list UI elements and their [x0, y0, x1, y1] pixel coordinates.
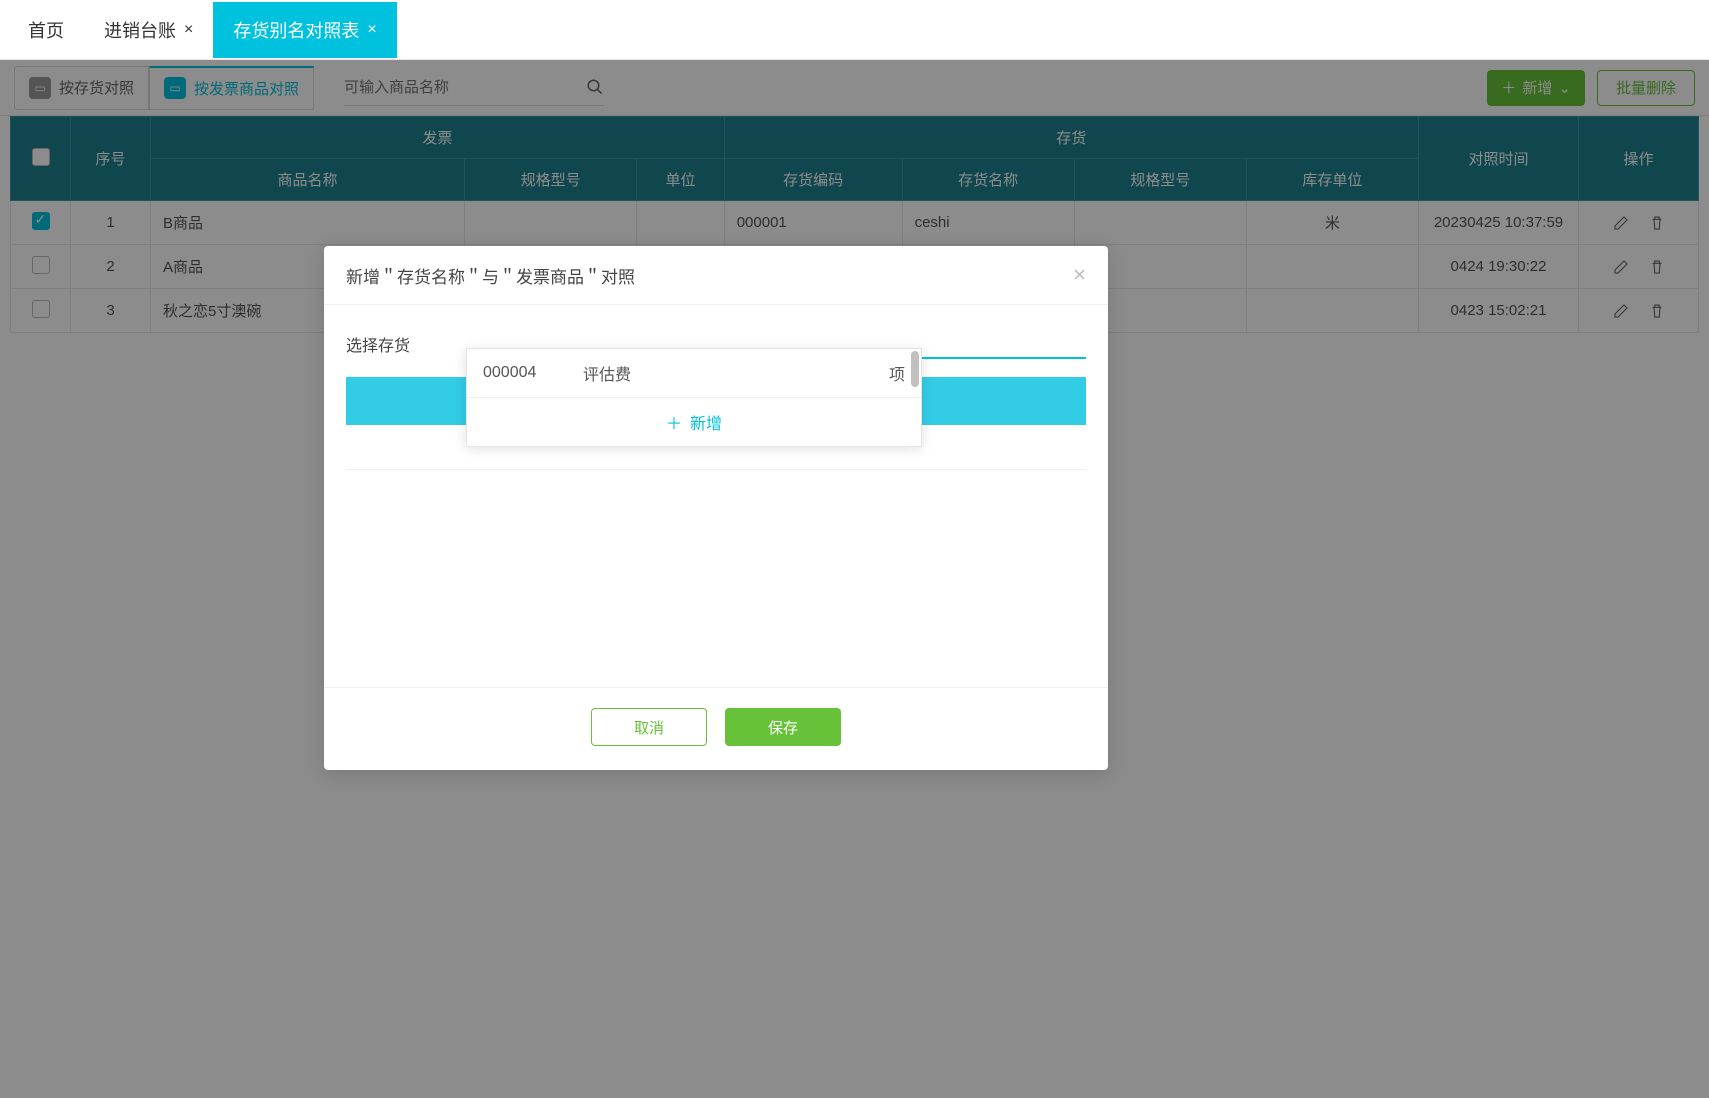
- tab-home[interactable]: 首页: [8, 2, 84, 58]
- plus-icon: ＋: [666, 410, 682, 434]
- dropdown-item[interactable]: 000004 评估费 项: [467, 349, 921, 397]
- cancel-button[interactable]: 取消: [591, 708, 707, 746]
- close-icon[interactable]: ×: [1073, 262, 1086, 288]
- tab-alias-label: 存货别名对照表: [233, 17, 359, 43]
- tab-ledger[interactable]: 进销台账 ×: [84, 2, 213, 58]
- dropdown-add-label: 新增: [690, 410, 722, 434]
- scrollbar-thumb[interactable]: [911, 351, 919, 387]
- top-tabs: 首页 进销台账 × 存货别名对照表 ×: [0, 0, 1709, 60]
- dropdown-add[interactable]: ＋ 新增: [467, 397, 921, 446]
- modal-title: 新增＂存货名称＂与＂发票商品＂对照: [346, 263, 635, 288]
- dropdown-item-code: 000004: [483, 364, 583, 382]
- close-icon[interactable]: ×: [184, 21, 193, 39]
- modal-header: 新增＂存货名称＂与＂发票商品＂对照 ×: [324, 246, 1108, 305]
- dropdown-item-unit: 项: [889, 361, 905, 385]
- tab-alias[interactable]: 存货别名对照表 ×: [213, 2, 396, 58]
- divider: [346, 469, 1086, 470]
- stock-dropdown: 000004 评估费 项 ＋ 新增: [466, 348, 922, 447]
- dropdown-item-name: 评估费: [583, 361, 889, 385]
- tab-home-label: 首页: [28, 17, 64, 43]
- select-stock-label: 选择存货: [346, 332, 456, 356]
- tab-ledger-label: 进销台账: [104, 17, 176, 43]
- save-button[interactable]: 保存: [725, 708, 841, 746]
- modal-footer: 取消 保存: [324, 687, 1108, 770]
- close-icon[interactable]: ×: [367, 21, 376, 39]
- modal: 新增＂存货名称＂与＂发票商品＂对照 × 选择存货 取消 保存: [324, 246, 1108, 770]
